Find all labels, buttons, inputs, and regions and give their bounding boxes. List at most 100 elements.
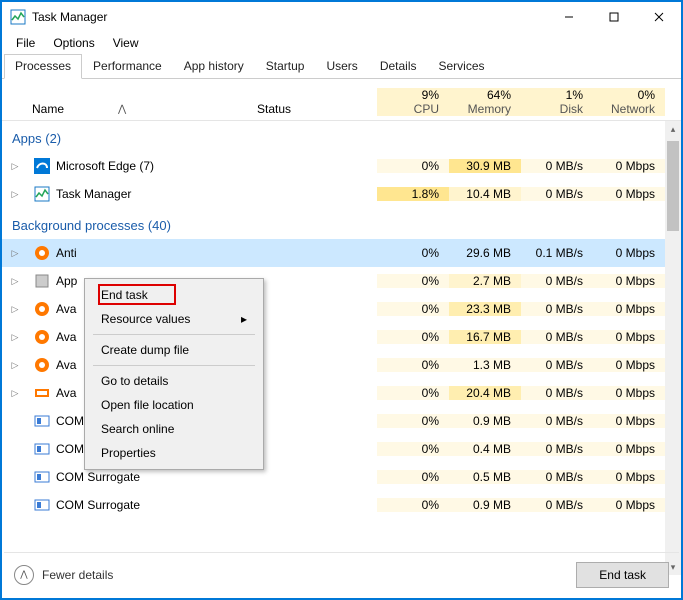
end-task-button[interactable]: End task: [576, 562, 669, 588]
scroll-thumb[interactable]: [667, 141, 679, 231]
cpu-value: 0%: [377, 159, 449, 173]
close-button[interactable]: [636, 3, 681, 31]
tab-processes[interactable]: Processes: [4, 54, 82, 79]
expand-icon[interactable]: ▷: [2, 189, 28, 200]
expand-icon[interactable]: ▷: [2, 276, 28, 287]
disk-value: 0 MB/s: [521, 498, 593, 512]
expand-icon[interactable]: ▷: [2, 304, 28, 315]
process-name: App: [56, 274, 77, 288]
expand-icon[interactable]: ▷: [2, 248, 28, 259]
context-menu-item[interactable]: Open file location: [87, 393, 261, 417]
cpu-value: 0%: [377, 386, 449, 400]
expand-icon[interactable]: ▷: [2, 360, 28, 371]
process-name: Task Manager: [56, 187, 131, 201]
memory-value: 0.4 MB: [449, 442, 521, 456]
disk-value: 0 MB/s: [521, 187, 593, 201]
menubar: File Options View: [2, 32, 681, 54]
tab-services[interactable]: Services: [428, 54, 496, 78]
process-icon: [34, 469, 50, 485]
process-name: Ava: [56, 386, 76, 400]
memory-value: 0.9 MB: [449, 414, 521, 428]
menu-view[interactable]: View: [105, 34, 147, 52]
network-value: 0 Mbps: [593, 414, 665, 428]
maximize-button[interactable]: [591, 3, 636, 31]
process-icon: [34, 273, 50, 289]
process-name: Ava: [56, 358, 76, 372]
process-row[interactable]: ▷ Anti 0% 29.6 MB 0.1 MB/s 0 Mbps: [2, 239, 681, 267]
expand-icon[interactable]: ▷: [2, 332, 28, 343]
tab-users[interactable]: Users: [315, 54, 368, 78]
column-network[interactable]: 0% Network: [593, 88, 665, 116]
process-icon: [34, 186, 50, 202]
vertical-scrollbar[interactable]: ▴ ▾: [665, 121, 681, 575]
context-menu-item[interactable]: End task: [87, 283, 261, 307]
network-value: 0 Mbps: [593, 302, 665, 316]
tab-performance[interactable]: Performance: [82, 54, 173, 78]
column-headers: ⋀ Name Status 9% CPU 64% Memory 1% Disk …: [2, 79, 681, 121]
memory-value: 20.4 MB: [449, 386, 521, 400]
process-icon: [34, 385, 50, 401]
column-cpu[interactable]: 9% CPU: [377, 88, 449, 116]
tabstrip: Processes Performance App history Startu…: [2, 54, 681, 79]
process-name: Ava: [56, 330, 76, 344]
network-value: 0 Mbps: [593, 498, 665, 512]
cpu-value: 0%: [377, 358, 449, 372]
network-value: 0 Mbps: [593, 159, 665, 173]
network-value: 0 Mbps: [593, 358, 665, 372]
cpu-value: 0%: [377, 498, 449, 512]
menu-separator: [93, 334, 255, 335]
menu-separator: [93, 365, 255, 366]
memory-value: 29.6 MB: [449, 246, 521, 260]
disk-value: 0 MB/s: [521, 470, 593, 484]
network-value: 0 Mbps: [593, 442, 665, 456]
memory-value: 10.4 MB: [449, 187, 521, 201]
disk-value: 0 MB/s: [521, 414, 593, 428]
titlebar: Task Manager: [2, 2, 681, 32]
context-menu-item[interactable]: Resource values▸: [87, 307, 261, 331]
context-menu-item[interactable]: Properties: [87, 441, 261, 465]
process-icon: [34, 245, 50, 261]
disk-value: 0 MB/s: [521, 274, 593, 288]
column-memory[interactable]: 64% Memory: [449, 88, 521, 116]
memory-value: 2.7 MB: [449, 274, 521, 288]
process-name: COM Surrogate: [56, 470, 140, 484]
process-icon: [34, 413, 50, 429]
process-row[interactable]: COM Surrogate 0% 0.9 MB 0 MB/s 0 Mbps: [2, 491, 681, 519]
column-name[interactable]: ⋀ Name: [28, 102, 257, 116]
network-value: 0 Mbps: [593, 386, 665, 400]
window-title: Task Manager: [32, 10, 546, 24]
chevron-up-icon: ⋀: [14, 565, 34, 585]
memory-value: 0.9 MB: [449, 498, 521, 512]
disk-value: 0 MB/s: [521, 302, 593, 316]
fewer-details-button[interactable]: ⋀ Fewer details: [14, 565, 113, 585]
cpu-value: 0%: [377, 246, 449, 260]
menu-options[interactable]: Options: [45, 34, 102, 52]
column-name-label: Name: [32, 102, 64, 116]
column-disk[interactable]: 1% Disk: [521, 88, 593, 116]
minimize-button[interactable]: [546, 3, 591, 31]
menu-file[interactable]: File: [8, 34, 43, 52]
cpu-value: 0%: [377, 330, 449, 344]
context-menu: End taskResource values▸ Create dump file…: [84, 278, 264, 470]
process-row[interactable]: ▷ Task Manager 1.8% 10.4 MB 0 MB/s 0 Mbp…: [2, 180, 681, 208]
tab-app-history[interactable]: App history: [173, 54, 255, 78]
disk-value: 0 MB/s: [521, 159, 593, 173]
memory-value: 30.9 MB: [449, 159, 521, 173]
process-icon: [34, 158, 50, 174]
scroll-up-icon[interactable]: ▴: [665, 121, 681, 137]
context-menu-item[interactable]: Create dump file: [87, 338, 261, 362]
group-apps: Apps (2): [2, 121, 681, 152]
process-icon: [34, 329, 50, 345]
expand-icon[interactable]: ▷: [2, 161, 28, 172]
context-menu-item[interactable]: Go to details: [87, 369, 261, 393]
sort-caret-icon: ⋀: [118, 104, 126, 115]
tab-details[interactable]: Details: [369, 54, 428, 78]
disk-value: 0 MB/s: [521, 386, 593, 400]
process-row[interactable]: ▷ Microsoft Edge (7) 0% 30.9 MB 0 MB/s 0…: [2, 152, 681, 180]
column-status[interactable]: Status: [257, 102, 377, 116]
context-menu-item[interactable]: Search online: [87, 417, 261, 441]
task-manager-icon: [10, 9, 26, 25]
expand-icon[interactable]: ▷: [2, 388, 28, 399]
memory-value: 23.3 MB: [449, 302, 521, 316]
tab-startup[interactable]: Startup: [255, 54, 316, 78]
